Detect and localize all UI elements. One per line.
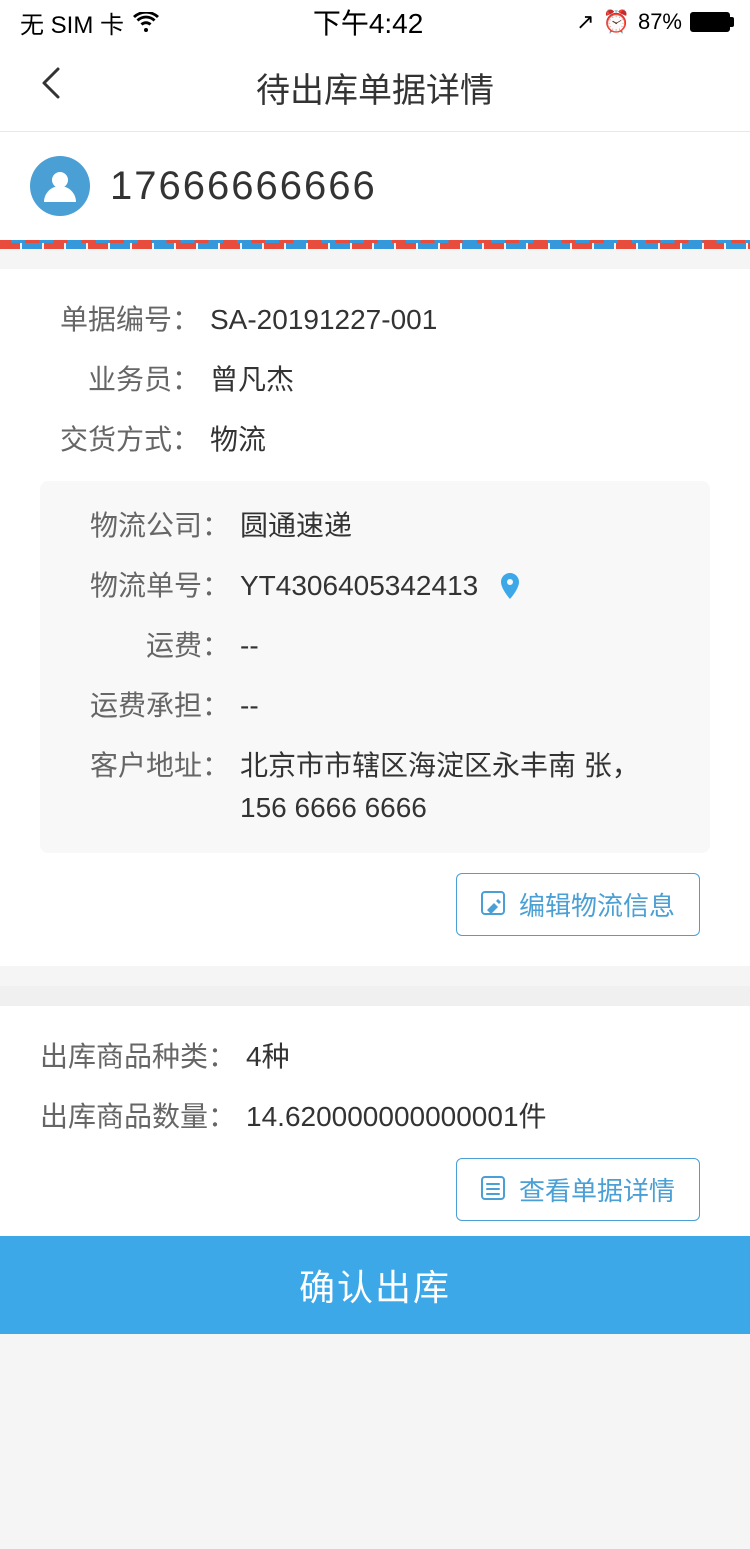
page-title: 待出库单据详情 [256, 63, 494, 112]
doc-number-row: 单据编号： SA-20191227-001 [40, 299, 710, 341]
confirm-outbound-button[interactable]: 确认出库 [0, 1236, 750, 1334]
logistics-company-row: 物流公司： 圆通速递 [70, 505, 680, 547]
goods-quantity-value: 14.620000000000001件 [246, 1096, 710, 1138]
freight-bearer-row: 运费承担： -- [70, 685, 680, 727]
freight-bearer-value: -- [240, 685, 680, 727]
goods-types-value: 4种 [246, 1036, 710, 1078]
tracking-row: 物流单号： YT4306405342413 [70, 565, 680, 607]
tracking-label: 物流单号： [70, 565, 230, 607]
user-header: 17666666666 [0, 132, 750, 243]
logistics-company-value: 圆通速递 [240, 505, 680, 547]
battery-icon [690, 12, 730, 32]
avatar [30, 156, 90, 216]
basic-info-section: 单据编号： SA-20191227-001 业务员： 曾凡杰 交货方式： 物流 … [0, 269, 750, 966]
status-time: 下午4:42 [313, 2, 424, 42]
logistics-box: 物流公司： 圆通速递 物流单号： YT4306405342413 运费： -- [40, 481, 710, 853]
back-button[interactable] [30, 55, 72, 120]
edit-icon [481, 891, 509, 919]
freight-label: 运费： [70, 625, 230, 667]
wifi-icon [132, 12, 160, 32]
address-value: 北京市市辖区海淀区永丰南 张，156 6666 6666 [240, 745, 680, 829]
doc-number-value: SA-20191227-001 [210, 299, 710, 341]
delivery-value: 物流 [210, 419, 710, 461]
status-right: ↗ ⏰ 87% [576, 9, 730, 35]
logistics-company-label: 物流公司： [70, 505, 230, 547]
status-bar: 无 SIM 卡 下午4:42 ↗ ⏰ 87% [0, 0, 750, 44]
salesperson-value: 曾凡杰 [210, 359, 710, 401]
view-btn-row: 查看单据详情 [40, 1158, 710, 1221]
confirm-btn-label: 确认出库 [299, 1259, 451, 1311]
edit-btn-row: 编辑物流信息 [40, 873, 710, 936]
location-status-icon: ↗ [576, 9, 594, 35]
view-btn-label: 查看单据详情 [519, 1171, 675, 1208]
delivery-label: 交货方式： [40, 419, 200, 461]
goods-quantity-row: 出库商品数量： 14.620000000000001件 [40, 1096, 710, 1138]
user-phone: 17666666666 [110, 164, 377, 209]
goods-section: 出库商品种类： 4种 出库商品数量： 14.620000000000001件 查… [0, 1006, 750, 1251]
goods-types-label: 出库商品种类： [40, 1036, 236, 1078]
freight-row: 运费： -- [70, 625, 680, 667]
goods-quantity-label: 出库商品数量： [40, 1096, 236, 1138]
dashed-divider [0, 243, 750, 249]
alarm-icon: ⏰ [603, 9, 630, 35]
edit-btn-label: 编辑物流信息 [519, 886, 675, 923]
salesperson-label: 业务员： [40, 359, 200, 401]
list-icon [481, 1176, 509, 1204]
address-row: 客户地址： 北京市市辖区海淀区永丰南 张，156 6666 6666 [70, 745, 680, 829]
status-left: 无 SIM 卡 [20, 5, 160, 40]
section-separator [0, 986, 750, 1006]
goods-types-row: 出库商品种类： 4种 [40, 1036, 710, 1078]
battery-text: 87% [638, 9, 682, 35]
tracking-value: YT4306405342413 [240, 565, 680, 607]
carrier-text: 无 SIM 卡 [20, 5, 124, 40]
doc-number-label: 单据编号： [40, 299, 200, 341]
nav-bar: 待出库单据详情 [0, 44, 750, 132]
address-label: 客户地址： [70, 745, 230, 787]
edit-logistics-button[interactable]: 编辑物流信息 [456, 873, 700, 936]
delivery-row: 交货方式： 物流 [40, 419, 710, 461]
freight-value: -- [240, 625, 680, 667]
tracking-location-icon[interactable] [492, 568, 528, 604]
freight-bearer-label: 运费承担： [70, 685, 230, 727]
salesperson-row: 业务员： 曾凡杰 [40, 359, 710, 401]
view-detail-button[interactable]: 查看单据详情 [456, 1158, 700, 1221]
